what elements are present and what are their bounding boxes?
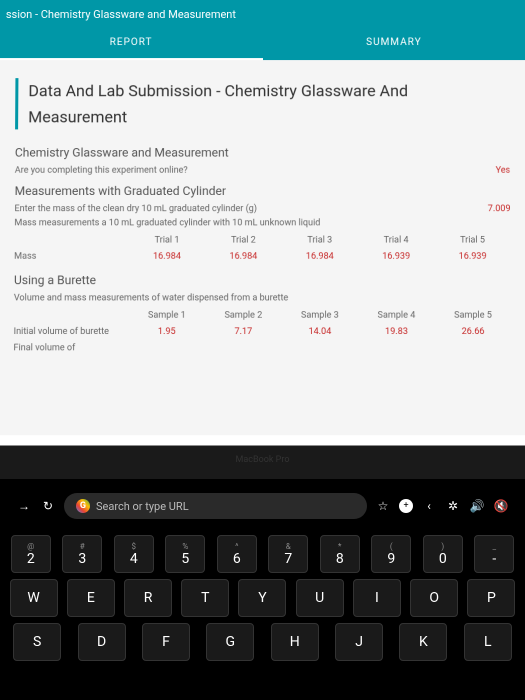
- google-icon: G: [76, 499, 90, 513]
- key-E[interactable]: E: [67, 579, 115, 617]
- table-row-label: Mass: [14, 249, 129, 265]
- key-O[interactable]: O: [410, 579, 458, 617]
- brightness-icon[interactable]: ✲: [445, 498, 461, 514]
- table-caption: Mass measurements a 10 mL graduated cyli…: [14, 218, 320, 228]
- table-header: Sample 5: [435, 308, 512, 324]
- question-label: Enter the mass of the clean dry 10 mL gr…: [14, 204, 256, 214]
- key-7[interactable]: &7: [268, 535, 308, 573]
- key-Y[interactable]: Y: [238, 579, 286, 617]
- key--[interactable]: _-: [474, 535, 514, 573]
- table-cell: 16.984: [129, 249, 205, 265]
- table-cell: 16.939: [358, 249, 434, 265]
- table-header: Trial 5: [434, 233, 510, 249]
- section-heading-2: Measurements with Graduated Cylinder: [15, 184, 511, 198]
- keyboard-row-numbers: @2 #3 $4 %5 ^6&7 *8 (9 )0 _-: [8, 535, 517, 573]
- key-0[interactable]: )0: [423, 535, 463, 573]
- table-cell: 16.939: [434, 249, 511, 265]
- table-cell: 19.83: [358, 324, 435, 340]
- page-title: Data And Lab Submission - Chemistry Glas…: [15, 78, 510, 129]
- browser-toolbar: → ↻ G Search or type URL ☆ + ‹ ✲ 🔊 🔇: [8, 487, 517, 525]
- samples-table: Sample 1 Sample 2 Sample 3 Sample 4 Samp…: [13, 308, 511, 357]
- table-row-label: Initial volume of burette: [14, 324, 129, 340]
- key-W[interactable]: W: [10, 579, 58, 617]
- star-icon[interactable]: ☆: [375, 498, 391, 514]
- table-header: Sample 2: [205, 308, 282, 324]
- key-9[interactable]: (9: [371, 535, 411, 573]
- table-header: Sample 1: [129, 308, 206, 324]
- key-L[interactable]: L: [464, 623, 512, 661]
- keyboard-row-qwerty: WERTYUIOP: [8, 579, 517, 617]
- window-title: ssion - Chemistry Glassware and Measurem…: [6, 8, 519, 27]
- key-2[interactable]: @2: [11, 535, 51, 573]
- url-bar[interactable]: G Search or type URL: [64, 493, 367, 519]
- report-content: Data And Lab Submission - Chemistry Glas…: [0, 60, 525, 435]
- laptop-brand: MacBook Pro: [0, 440, 525, 479]
- table-cell: 1.95: [128, 324, 205, 340]
- question-value: 7.009: [488, 204, 511, 214]
- table-header: Trial 3: [282, 233, 358, 249]
- add-icon[interactable]: +: [399, 499, 413, 513]
- volume-icon[interactable]: 🔊: [469, 498, 485, 514]
- section-heading-3: Using a Burette: [14, 273, 511, 287]
- table-cell: 16.984: [282, 249, 358, 265]
- key-8[interactable]: *8: [320, 535, 360, 573]
- key-S[interactable]: S: [13, 623, 61, 661]
- table-header: Trial 1: [129, 233, 205, 249]
- key-I[interactable]: I: [353, 579, 401, 617]
- key-5[interactable]: %5: [165, 535, 205, 573]
- table-cell: 7.17: [205, 324, 282, 340]
- key-T[interactable]: T: [181, 579, 229, 617]
- table-cell: 14.04: [282, 324, 359, 340]
- table-header: Sample 4: [358, 308, 435, 324]
- trials-table: Trial 1 Trial 2 Trial 3 Trial 4 Trial 5 …: [14, 233, 511, 265]
- mute-icon[interactable]: 🔇: [493, 498, 509, 514]
- table-caption: Volume and mass measurements of water di…: [14, 293, 288, 303]
- tab-report[interactable]: REPORT: [0, 27, 263, 60]
- table-header: Trial 2: [205, 233, 281, 249]
- reload-icon[interactable]: ↻: [40, 498, 56, 514]
- key-H[interactable]: H: [271, 623, 319, 661]
- key-F[interactable]: F: [142, 623, 190, 661]
- key-G[interactable]: G: [206, 623, 254, 661]
- key-U[interactable]: U: [296, 579, 344, 617]
- table-cell: 16.984: [205, 249, 281, 265]
- keyboard-row-asdf: SDFGHJKL: [8, 623, 517, 661]
- tab-summary[interactable]: SUMMARY: [263, 27, 525, 60]
- forward-icon[interactable]: →: [16, 498, 32, 514]
- question-value: Yes: [496, 166, 511, 176]
- key-3[interactable]: #3: [62, 535, 102, 573]
- chevron-left-icon[interactable]: ‹: [421, 498, 437, 514]
- section-heading-1: Chemistry Glassware and Measurement: [15, 146, 510, 160]
- keyboard-area: → ↻ G Search or type URL ☆ + ‹ ✲ 🔊 🔇 @2 #…: [0, 479, 525, 675]
- key-K[interactable]: K: [399, 623, 447, 661]
- table-cell: 26.66: [435, 324, 512, 340]
- table-header: Trial 4: [358, 233, 434, 249]
- key-P[interactable]: P: [467, 579, 515, 617]
- question-label: Are you completing this experiment onlin…: [15, 166, 188, 176]
- table-header: Sample 3: [282, 308, 359, 324]
- url-placeholder: Search or type URL: [96, 500, 355, 513]
- key-6[interactable]: ^6: [217, 535, 257, 573]
- tab-bar: REPORT SUMMARY: [0, 27, 525, 60]
- key-R[interactable]: R: [124, 579, 172, 617]
- table-row-label: Final volume of: [13, 340, 511, 356]
- key-4[interactable]: $4: [114, 535, 154, 573]
- key-J[interactable]: J: [335, 623, 383, 661]
- key-D[interactable]: D: [78, 623, 126, 661]
